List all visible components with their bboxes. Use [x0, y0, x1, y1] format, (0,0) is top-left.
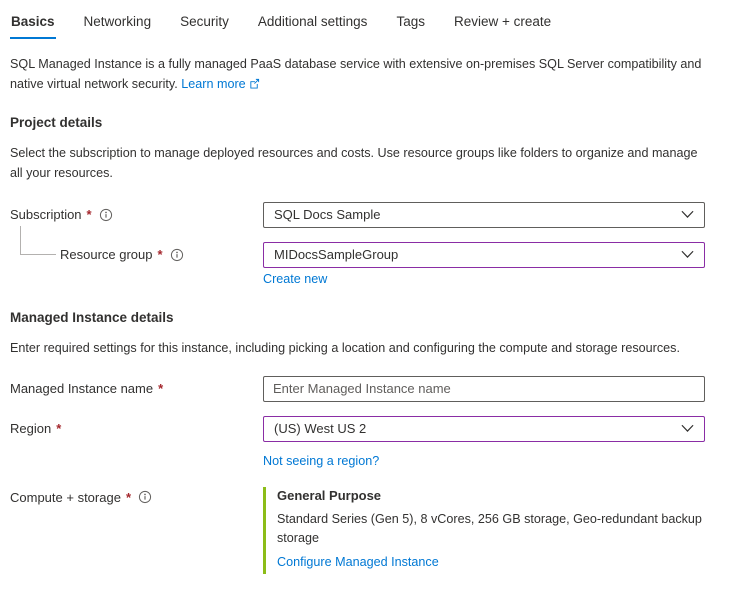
region-label: Region * [10, 421, 263, 436]
subscription-value: SQL Docs Sample [274, 207, 380, 222]
create-sql-managed-instance-basics-page: Basics Networking Security Additional se… [0, 0, 734, 574]
tab-tags[interactable]: Tags [395, 10, 426, 39]
instance-name-row: Managed Instance name * [10, 376, 720, 402]
required-asterisk: * [126, 490, 131, 505]
tab-basics[interactable]: Basics [10, 10, 56, 39]
service-description: SQL Managed Instance is a fully managed … [10, 54, 710, 95]
compute-storage-label-text: Compute + storage [10, 490, 121, 505]
configure-managed-instance-link[interactable]: Configure Managed Instance [277, 555, 439, 569]
subscription-dropdown[interactable]: SQL Docs Sample [263, 202, 705, 228]
subscription-row: Subscription * SQL Docs Sample [10, 202, 720, 228]
region-dropdown[interactable]: (US) West US 2 [263, 416, 705, 442]
external-link-icon [249, 78, 260, 92]
required-asterisk: * [158, 247, 163, 262]
chevron-down-icon [681, 247, 694, 262]
compute-storage-control: General Purpose Standard Series (Gen 5),… [263, 487, 705, 574]
project-details-form: Subscription * SQL Docs Sample Resource … [10, 202, 720, 286]
create-new-row: Create new [263, 272, 720, 286]
compute-storage-row: Compute + storage * General Purpose Stan… [10, 487, 720, 574]
chevron-down-icon [681, 421, 694, 436]
chevron-down-icon [681, 207, 694, 222]
info-icon[interactable] [170, 248, 184, 262]
sku-tier: General Purpose [277, 488, 705, 503]
tab-networking[interactable]: Networking [83, 10, 153, 39]
resource-group-label-text: Resource group [60, 247, 153, 262]
region-row: Region * (US) West US 2 [10, 416, 720, 442]
instance-name-label: Managed Instance name * [10, 381, 263, 396]
required-asterisk: * [87, 207, 92, 222]
instance-details-description: Enter required settings for this instanc… [10, 338, 706, 358]
learn-more-link[interactable]: Learn more [181, 77, 245, 91]
create-new-link[interactable]: Create new [263, 272, 327, 286]
info-icon[interactable] [99, 208, 113, 222]
tree-connector [20, 226, 56, 255]
subscription-label-text: Subscription [10, 207, 82, 222]
instance-name-control [263, 376, 705, 402]
region-label-text: Region [10, 421, 51, 436]
region-value: (US) West US 2 [274, 421, 366, 436]
region-help-row: Not seeing a region? [263, 454, 720, 468]
resource-group-row: Resource group * MIDocsSampleGroup [10, 242, 720, 268]
instance-details-form: Managed Instance name * Region * (US) We… [10, 376, 720, 574]
resource-group-dropdown[interactable]: MIDocsSampleGroup [263, 242, 705, 268]
required-asterisk: * [158, 381, 163, 396]
sku-description: Standard Series (Gen 5), 8 vCores, 256 G… [277, 510, 705, 549]
required-asterisk: * [56, 421, 61, 436]
project-details-description: Select the subscription to manage deploy… [10, 143, 706, 183]
tab-security[interactable]: Security [179, 10, 230, 39]
tab-review-create[interactable]: Review + create [453, 10, 552, 39]
info-icon[interactable] [138, 490, 152, 504]
subscription-label: Subscription * [10, 207, 263, 222]
tab-strip: Basics Networking Security Additional se… [10, 10, 720, 39]
project-details-heading: Project details [10, 115, 720, 130]
tab-additional-settings[interactable]: Additional settings [257, 10, 369, 39]
resource-group-control: MIDocsSampleGroup [263, 242, 705, 268]
instance-name-input[interactable] [263, 376, 705, 402]
service-description-text: SQL Managed Instance is a fully managed … [10, 57, 701, 91]
not-seeing-region-link[interactable]: Not seeing a region? [263, 454, 379, 468]
selected-sku-block: General Purpose Standard Series (Gen 5),… [263, 487, 705, 574]
subscription-control: SQL Docs Sample [263, 202, 705, 228]
compute-storage-label: Compute + storage * [10, 487, 263, 505]
instance-name-label-text: Managed Instance name [10, 381, 153, 396]
region-control: (US) West US 2 [263, 416, 705, 442]
instance-details-heading: Managed Instance details [10, 310, 720, 325]
resource-group-value: MIDocsSampleGroup [274, 247, 398, 262]
